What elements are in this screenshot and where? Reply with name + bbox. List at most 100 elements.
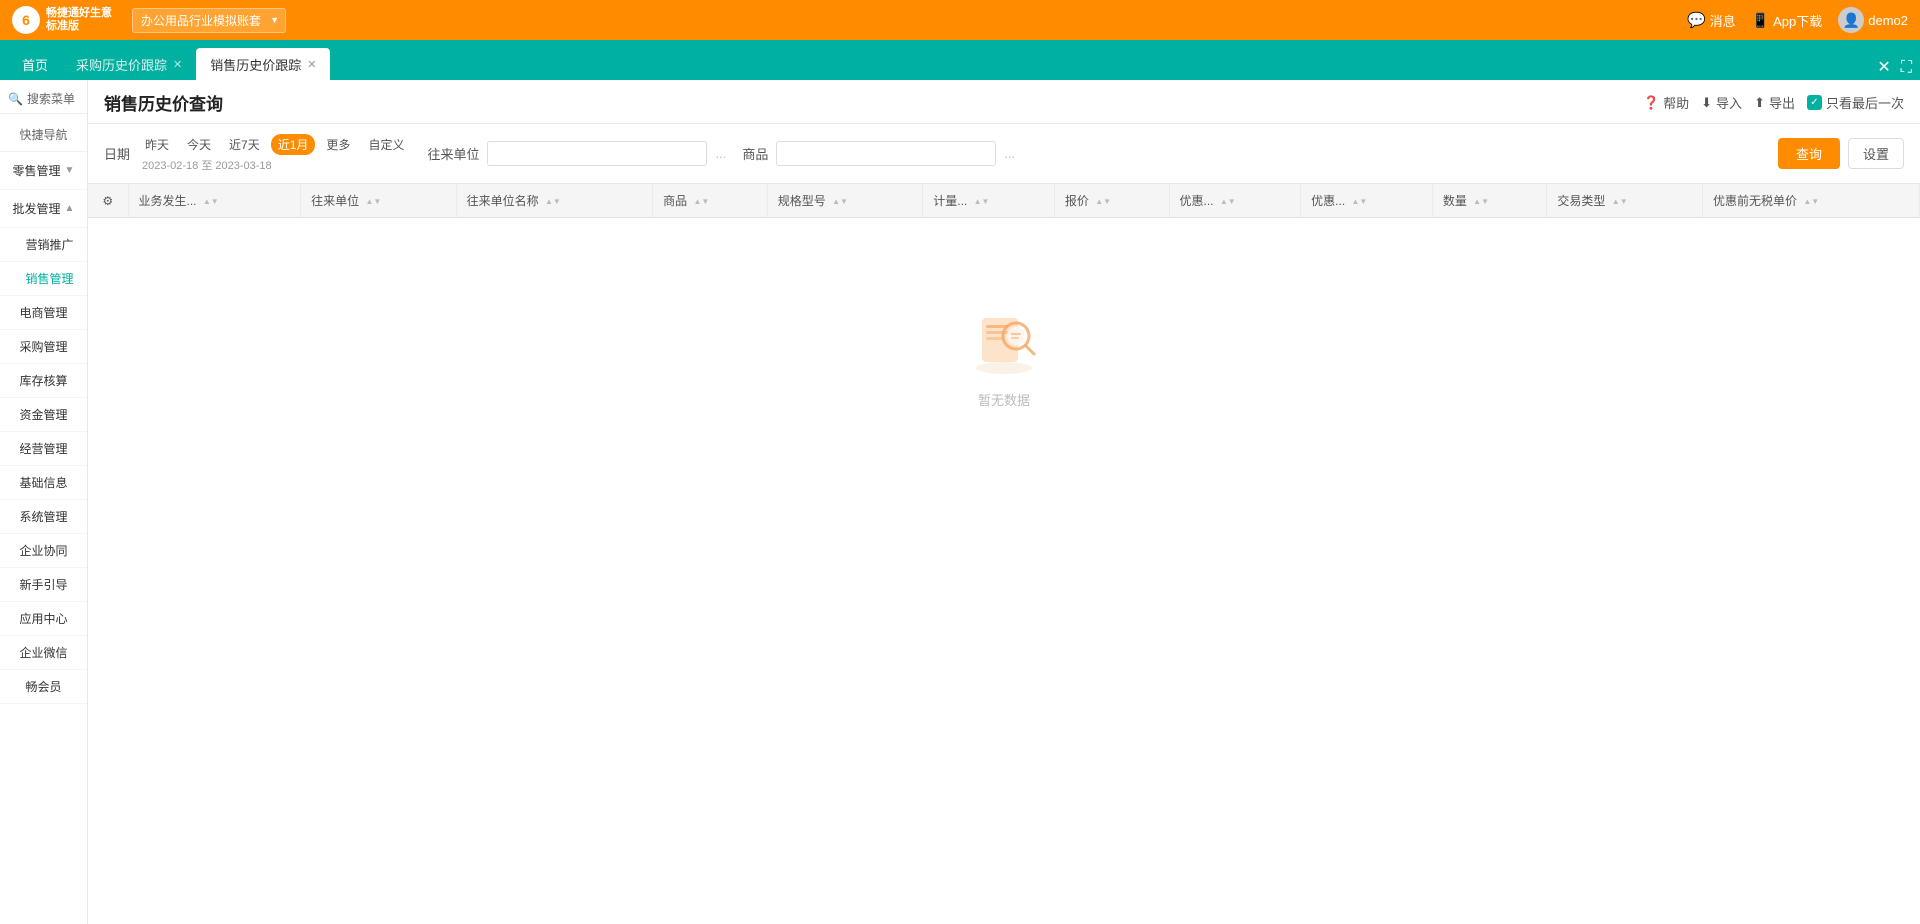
col-discount1[interactable]: 优惠... ▲▼ [1169,184,1301,218]
date-btn-today[interactable]: 今天 [180,134,218,155]
sort-pretax-price[interactable]: ▲▼ [1803,198,1819,206]
message-button[interactable]: 💬 消息 [1687,11,1736,30]
sidebar-item-marketing[interactable]: 营销推广 [0,228,87,262]
col-pretax-price[interactable]: 优惠前无税单价 ▲▼ [1702,184,1919,218]
sidebar-item-member[interactable]: 畅会员 [0,670,87,704]
settings-icon[interactable]: ⚙ [102,194,113,208]
data-table: ⚙ 业务发生... ▲▼ 往来单位 ▲▼ 往来单位名称 ▲▼ [88,184,1920,218]
sidebar-item-basic[interactable]: 基础信息 [0,466,87,500]
avatar: 👤 [1838,7,1864,33]
tab-sales-history[interactable]: 销售历史价跟踪 ✕ [196,48,330,80]
col-biz-date[interactable]: 业务发生... ▲▼ [128,184,301,218]
tab-purchase-label: 采购历史价跟踪 [76,55,167,74]
sidebar-item-guide[interactable]: 新手引导 [0,568,87,602]
date-btn-custom[interactable]: 自定义 [361,134,411,155]
settings-button[interactable]: 设置 [1848,138,1904,169]
sidebar-inventory-label: 库存核算 [19,372,67,389]
close-window-button[interactable]: ✕ [1877,60,1890,76]
sort-spec[interactable]: ▲▼ [832,198,848,206]
tab-home[interactable]: 首页 [8,48,62,80]
date-filter-group: 日期 昨天 今天 近7天 近1月 更多 自定义 2023-02-18 至 202… [104,134,411,173]
col-quantity[interactable]: 数量 ▲▼ [1432,184,1547,218]
col-discount2[interactable]: 优惠... ▲▼ [1301,184,1433,218]
sidebar-item-operations[interactable]: 经营管理 [0,432,87,466]
sort-price[interactable]: ▲▼ [1095,198,1111,206]
logo-icon: 6 [12,6,40,34]
sidebar-nav[interactable]: 快捷导航 [0,114,87,152]
sidebar-item-finance[interactable]: 资金管理 [0,398,87,432]
help-button[interactable]: ❓ 帮助 [1643,93,1689,112]
date-btn-7days[interactable]: 近7天 [222,134,267,155]
partner-filter-dots[interactable]: ... [715,146,726,161]
sidebar-item-retail[interactable]: 零售管理 ▼ [0,152,87,190]
sidebar-finance-label: 资金管理 [19,406,67,423]
tab-sales-close[interactable]: ✕ [307,58,316,71]
only-last-checkbox[interactable]: ✓ [1807,95,1822,110]
date-btn-1month[interactable]: 近1月 [271,134,316,155]
col-partner-code[interactable]: 往来单位 ▲▼ [301,184,457,218]
only-last-toggle[interactable]: ✓ 只看最后一次 [1807,93,1904,112]
header-center: 办公用品行业模拟账套 [112,8,1687,33]
sidebar-item-system[interactable]: 系统管理 [0,500,87,534]
sidebar-operations-label: 经营管理 [19,440,67,457]
date-btn-yesterday[interactable]: 昨天 [138,134,176,155]
date-filter-label: 日期 [104,144,130,163]
sidebar-item-purchase[interactable]: 采购管理 [0,330,87,364]
export-button[interactable]: ⬆ 导出 [1754,93,1795,112]
date-options-group: 昨天 今天 近7天 近1月 更多 自定义 2023-02-18 至 2023-0… [138,134,411,173]
logo-text: 畅捷通好生意 标准版 [46,7,112,33]
sidebar-item-sales-mgmt[interactable]: 销售管理 [0,262,87,296]
partner-filter-group: 往来单位 ... [427,141,726,166]
col-unit[interactable]: 计量... ▲▼ [923,184,1055,218]
col-price-label: 报价 [1065,194,1089,208]
query-button[interactable]: 查询 [1778,138,1840,169]
user-menu[interactable]: 👤 demo2 [1838,7,1908,33]
sort-partner-code[interactable]: ▲▼ [365,198,381,206]
sort-discount1[interactable]: ▲▼ [1220,198,1236,206]
sort-unit[interactable]: ▲▼ [974,198,990,206]
sidebar-wechat-label: 企业微信 [19,644,67,661]
sort-partner-name[interactable]: ▲▼ [545,198,561,206]
product-filter-dots[interactable]: ... [1004,146,1015,161]
sort-discount2[interactable]: ▲▼ [1352,198,1368,206]
sort-trade-type[interactable]: ▲▼ [1612,198,1628,206]
sort-product[interactable]: ▲▼ [693,198,709,206]
date-range-text: 2023-02-18 至 2023-03-18 [142,157,411,173]
col-partner-code-label: 往来单位 [311,194,359,208]
sidebar-item-enterprise[interactable]: 企业协同 [0,534,87,568]
app-download-button[interactable]: 📱 App下载 [1752,11,1823,30]
tab-purchase-close[interactable]: ✕ [173,58,182,71]
col-price[interactable]: 报价 ▲▼ [1054,184,1169,218]
product-filter-input[interactable] [776,141,996,166]
breadcrumb-selector[interactable]: 办公用品行业模拟账套 [132,8,286,33]
col-settings[interactable]: ⚙ [88,184,128,218]
sidebar-app-center-label: 应用中心 [19,610,67,627]
sidebar-ecommerce-label: 电商管理 [19,304,67,321]
sidebar-item-wholesale[interactable]: 批发管理 ▲ [0,190,87,228]
col-partner-name[interactable]: 往来单位名称 ▲▼ [456,184,652,218]
partner-filter-input[interactable] [487,141,707,166]
col-product-label: 商品 [663,194,687,208]
col-trade-type[interactable]: 交易类型 ▲▼ [1547,184,1703,218]
import-button[interactable]: ⬇ 导入 [1701,93,1742,112]
sidebar-item-ecommerce[interactable]: 电商管理 [0,296,87,330]
sidebar-item-app-center[interactable]: 应用中心 [0,602,87,636]
sort-biz-date[interactable]: ▲▼ [203,198,219,206]
sidebar-item-wechat[interactable]: 企业微信 [0,636,87,670]
sort-quantity[interactable]: ▲▼ [1473,198,1489,206]
tab-purchase-history[interactable]: 采购历史价跟踪 ✕ [62,48,196,80]
breadcrumb-text: 办公用品行业模拟账套 [141,12,261,29]
sidebar-search[interactable]: 🔍 搜索菜单 [0,80,87,114]
col-spec[interactable]: 规格型号 ▲▼ [767,184,923,218]
maximize-button[interactable]: ⛶ [1901,60,1912,76]
col-product[interactable]: 商品 ▲▼ [653,184,768,218]
sidebar-retail-label: 零售管理 [13,162,61,179]
col-spec-label: 规格型号 [778,194,826,208]
sidebar-item-inventory[interactable]: 库存核算 [0,364,87,398]
date-btn-more[interactable]: 更多 [319,134,357,155]
quick-nav-label[interactable]: 快捷导航 [0,122,87,147]
col-discount2-label: 优惠... [1311,194,1345,208]
tab-home-label: 首页 [22,55,48,74]
empty-state: 暂无数据 [88,218,1920,489]
sidebar-marketing-label: 营销推广 [25,236,73,253]
